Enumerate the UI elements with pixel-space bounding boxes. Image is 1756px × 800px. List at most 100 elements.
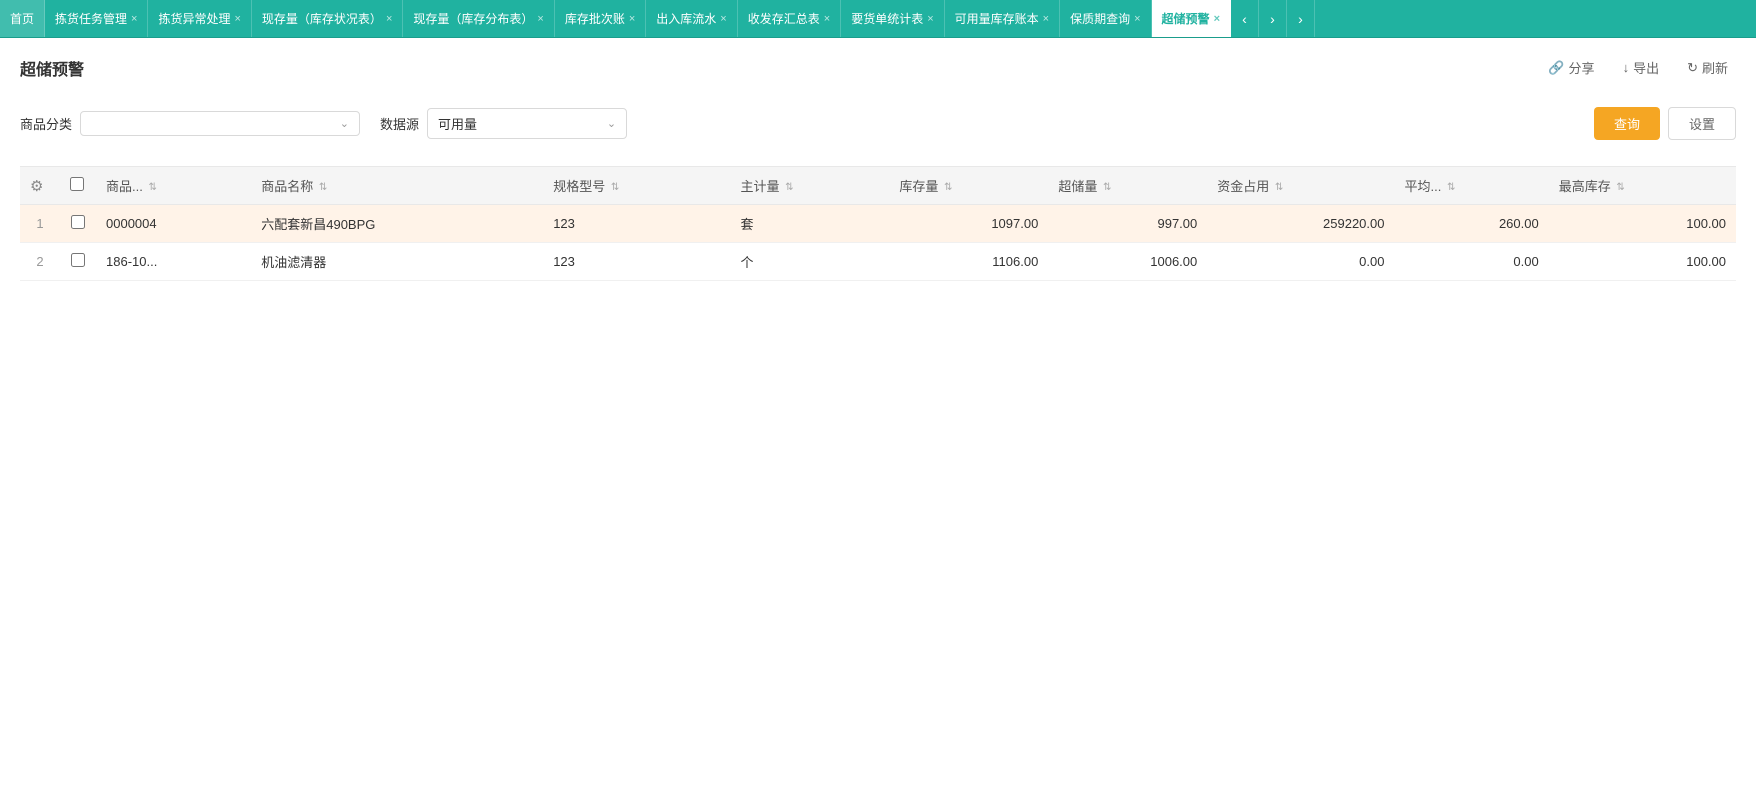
row-unit: 套: [730, 205, 889, 243]
row-unit: 个: [730, 243, 889, 281]
row-avg: 260.00: [1394, 205, 1548, 243]
page-title: 超储预警: [20, 56, 84, 80]
col-product-code[interactable]: 商品... ⇅: [96, 167, 251, 205]
nav-tab-stock-dist-close[interactable]: ×: [537, 13, 543, 25]
row-spec: 123: [543, 205, 730, 243]
nav-tab-pick-exception-close[interactable]: ×: [234, 13, 240, 25]
row-num: 2: [20, 243, 60, 281]
nav-tab-stock-status-close[interactable]: ×: [386, 13, 392, 25]
row-product-name: 六配套新昌490BPG: [251, 205, 543, 243]
row-avg: 0.00: [1394, 243, 1548, 281]
nav-tab-summary[interactable]: 收发存汇总表 ×: [738, 0, 841, 37]
nav-tab-available-close[interactable]: ×: [1043, 13, 1049, 25]
nav-tab-available[interactable]: 可用量库存账本 ×: [945, 0, 1060, 37]
filter-buttons: 查询 设置: [1594, 107, 1736, 140]
nav-tab-batch-close[interactable]: ×: [629, 13, 635, 25]
nav-tab-summary-close[interactable]: ×: [824, 13, 830, 25]
nav-tab-requisition-close[interactable]: ×: [927, 13, 933, 25]
refresh-label: 刷新: [1702, 58, 1728, 77]
nav-tab-overstock[interactable]: 超储预警 ×: [1152, 0, 1231, 37]
top-navigation: 首页 拣货任务管理 × 拣货异常处理 × 现存量（库存状况表） × 现存量（库存…: [0, 0, 1756, 38]
category-dropdown-arrow: ⌄: [340, 117, 349, 130]
datasource-select[interactable]: 可用量 ⌄: [427, 108, 627, 139]
nav-tab-pick-task[interactable]: 拣货任务管理 ×: [45, 0, 148, 37]
nav-tab-batch-label: 库存批次账: [565, 10, 625, 27]
sort-product-code-icon: ⇅: [148, 182, 156, 193]
export-icon: ↓: [1623, 60, 1630, 75]
col-spec[interactable]: 规格型号 ⇅: [543, 167, 730, 205]
nav-tab-overstock-close[interactable]: ×: [1214, 13, 1220, 25]
nav-tab-stock-dist-label: 现存量（库存分布表）: [413, 10, 533, 27]
nav-next-arrow[interactable]: ›: [1259, 0, 1287, 37]
nav-tab-batch[interactable]: 库存批次账 ×: [555, 0, 646, 37]
page-header: 超储预警 🔗 分享 ↓ 导出 ↻ 刷新: [20, 54, 1736, 81]
export-label: 导出: [1633, 58, 1659, 77]
datasource-select-value: 可用量: [438, 114, 477, 133]
col-product-name[interactable]: 商品名称 ⇅: [251, 167, 543, 205]
category-filter: 商品分类 ⌄: [20, 111, 360, 136]
header-actions: 🔗 分享 ↓ 导出 ↻ 刷新: [1540, 54, 1736, 81]
col-over-stock[interactable]: 超储量 ⇅: [1048, 167, 1207, 205]
nav-tab-pick-task-close[interactable]: ×: [131, 13, 137, 25]
nav-tab-stock-dist[interactable]: 现存量（库存分布表） ×: [403, 0, 554, 37]
table-settings-icon[interactable]: ⚙: [30, 178, 43, 195]
table-header-row: ⚙ 商品... ⇅ 商品名称 ⇅ 规格型号 ⇅ 主计量: [20, 167, 1736, 205]
export-button[interactable]: ↓ 导出: [1615, 54, 1668, 81]
col-unit[interactable]: 主计量 ⇅: [730, 167, 889, 205]
nav-tab-requisition-label: 要货单统计表: [851, 10, 923, 27]
row-checkbox[interactable]: [71, 215, 85, 229]
category-select[interactable]: ⌄: [80, 111, 360, 136]
nav-more-arrow[interactable]: ›: [1287, 0, 1315, 37]
row-max-stock: 100.00: [1549, 205, 1736, 243]
col-max-stock[interactable]: 最高库存 ⇅: [1549, 167, 1736, 205]
nav-tab-pick-exception[interactable]: 拣货异常处理 ×: [148, 0, 251, 37]
datasource-label: 数据源: [380, 114, 419, 133]
table-row: 1 0000004 六配套新昌490BPG 123 套 1097.00 997.…: [20, 205, 1736, 243]
nav-prev-arrow[interactable]: ‹: [1231, 0, 1259, 37]
nav-tab-expiry[interactable]: 保质期查询 ×: [1060, 0, 1151, 37]
col-avg[interactable]: 平均... ⇅: [1394, 167, 1548, 205]
query-button[interactable]: 查询: [1594, 107, 1660, 140]
nav-tab-stock-status-label: 现存量（库存状况表）: [262, 10, 382, 27]
nav-tab-overstock-label: 超储预警: [1162, 10, 1210, 27]
row-capital: 259220.00: [1207, 205, 1394, 243]
nav-tab-pick-task-label: 拣货任务管理: [55, 10, 127, 27]
nav-tab-summary-label: 收发存汇总表: [748, 10, 820, 27]
sort-avg-icon: ⇅: [1447, 182, 1455, 193]
col-settings: ⚙: [20, 167, 60, 205]
sort-capital-icon: ⇅: [1275, 182, 1283, 193]
nav-tab-requisition[interactable]: 要货单统计表 ×: [841, 0, 944, 37]
nav-tab-flow-close[interactable]: ×: [720, 13, 726, 25]
row-checkbox[interactable]: [71, 253, 85, 267]
share-button[interactable]: 🔗 分享: [1540, 54, 1602, 81]
col-capital[interactable]: 资金占用 ⇅: [1207, 167, 1394, 205]
nav-tab-expiry-close[interactable]: ×: [1134, 13, 1140, 25]
nav-tab-home-label: 首页: [10, 10, 34, 27]
refresh-icon: ↻: [1687, 60, 1698, 76]
row-capital: 0.00: [1207, 243, 1394, 281]
row-product-code: 186-10...: [96, 243, 251, 281]
sort-stock-icon: ⇅: [944, 182, 952, 193]
refresh-button[interactable]: ↻ 刷新: [1679, 54, 1736, 81]
nav-tab-home[interactable]: 首页: [0, 0, 45, 37]
sort-spec-icon: ⇅: [611, 182, 619, 193]
select-all-checkbox[interactable]: [70, 177, 84, 191]
filter-bar: 商品分类 ⌄ 数据源 可用量 ⌄ 查询 设置: [20, 97, 1736, 150]
share-label: 分享: [1569, 58, 1595, 77]
row-checkbox-cell: [60, 205, 96, 243]
nav-tab-stock-status[interactable]: 现存量（库存状况表） ×: [252, 0, 403, 37]
nav-tab-available-label: 可用量库存账本: [955, 10, 1039, 27]
row-stock: 1106.00: [889, 243, 1048, 281]
row-spec: 123: [543, 243, 730, 281]
data-table: ⚙ 商品... ⇅ 商品名称 ⇅ 规格型号 ⇅ 主计量: [20, 166, 1736, 281]
nav-tab-flow-label: 出入库流水: [656, 10, 716, 27]
nav-tab-expiry-label: 保质期查询: [1070, 10, 1130, 27]
nav-tab-flow[interactable]: 出入库流水 ×: [646, 0, 737, 37]
datasource-dropdown-arrow: ⌄: [607, 117, 616, 130]
col-checkbox: [60, 167, 96, 205]
col-stock[interactable]: 库存量 ⇅: [889, 167, 1048, 205]
sort-max-stock-icon: ⇅: [1616, 182, 1624, 193]
sort-over-stock-icon: ⇅: [1103, 182, 1111, 193]
row-product-code: 0000004: [96, 205, 251, 243]
settings-button[interactable]: 设置: [1668, 107, 1736, 140]
